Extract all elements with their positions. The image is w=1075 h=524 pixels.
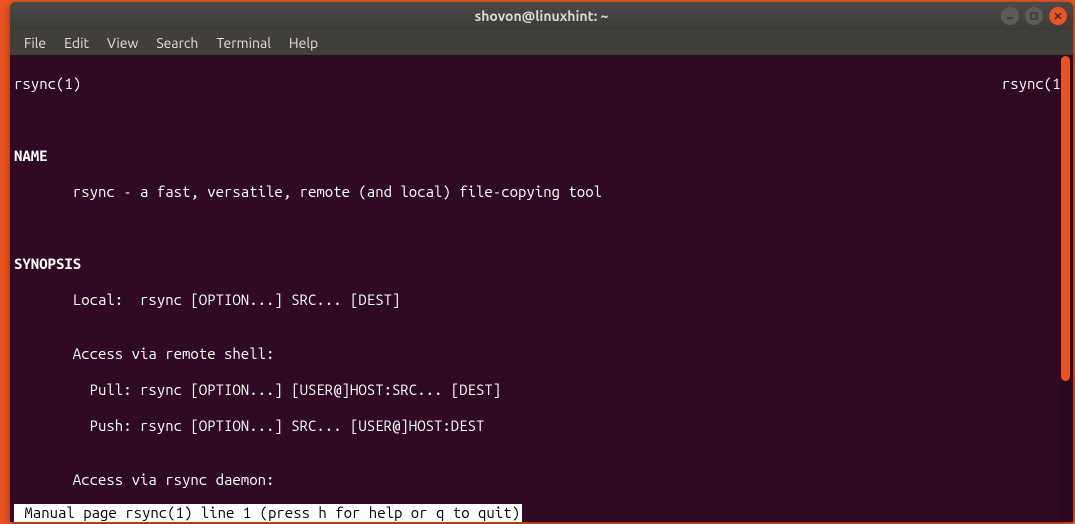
syn-line: Access via rsync daemon: (14, 471, 1069, 489)
pager-status: Manual page rsync(1) line 1 (press h for… (14, 504, 522, 522)
blank-line (14, 219, 1069, 237)
man-header-right: rsync(1) (1002, 75, 1069, 93)
blank-line (14, 111, 1069, 129)
menu-help[interactable]: Help (281, 33, 326, 53)
syn-line: Access via remote shell: (14, 345, 1069, 363)
titlebar[interactable]: shovon@linuxhint: ~ (10, 2, 1073, 30)
terminal-window: shovon@linuxhint: ~ File Edit View Searc… (10, 2, 1073, 522)
terminal-content[interactable]: rsync(1) rsync(1) NAME rsync - a fast, ve… (10, 55, 1073, 522)
menu-search[interactable]: Search (148, 33, 206, 53)
syn-line: Local: rsync [OPTION...] SRC... [DEST] (14, 291, 1069, 309)
menu-terminal[interactable]: Terminal (208, 33, 279, 53)
syn-line: Push: rsync [OPTION...] SRC... [USER@]HO… (14, 417, 1069, 435)
scrollbar[interactable] (1060, 56, 1071, 520)
section-synopsis: SYNOPSIS (14, 255, 1069, 273)
menu-edit[interactable]: Edit (56, 33, 97, 53)
name-line: rsync - a fast, versatile, remote (and l… (14, 183, 1069, 201)
scrollbar-thumb[interactable] (1061, 56, 1070, 381)
menu-file[interactable]: File (16, 33, 54, 53)
window-title: shovon@linuxhint: ~ (10, 8, 1073, 24)
menubar: File Edit View Search Terminal Help (10, 30, 1073, 55)
maximize-button[interactable] (1025, 7, 1043, 25)
window-controls (1001, 7, 1067, 25)
minimize-button[interactable] (1001, 7, 1019, 25)
section-name: NAME (14, 147, 1069, 165)
syn-line: Pull: rsync [OPTION...] [USER@]HOST:SRC.… (14, 381, 1069, 399)
close-button[interactable] (1049, 7, 1067, 25)
menu-view[interactable]: View (99, 33, 146, 53)
man-header-left: rsync(1) (14, 75, 81, 93)
